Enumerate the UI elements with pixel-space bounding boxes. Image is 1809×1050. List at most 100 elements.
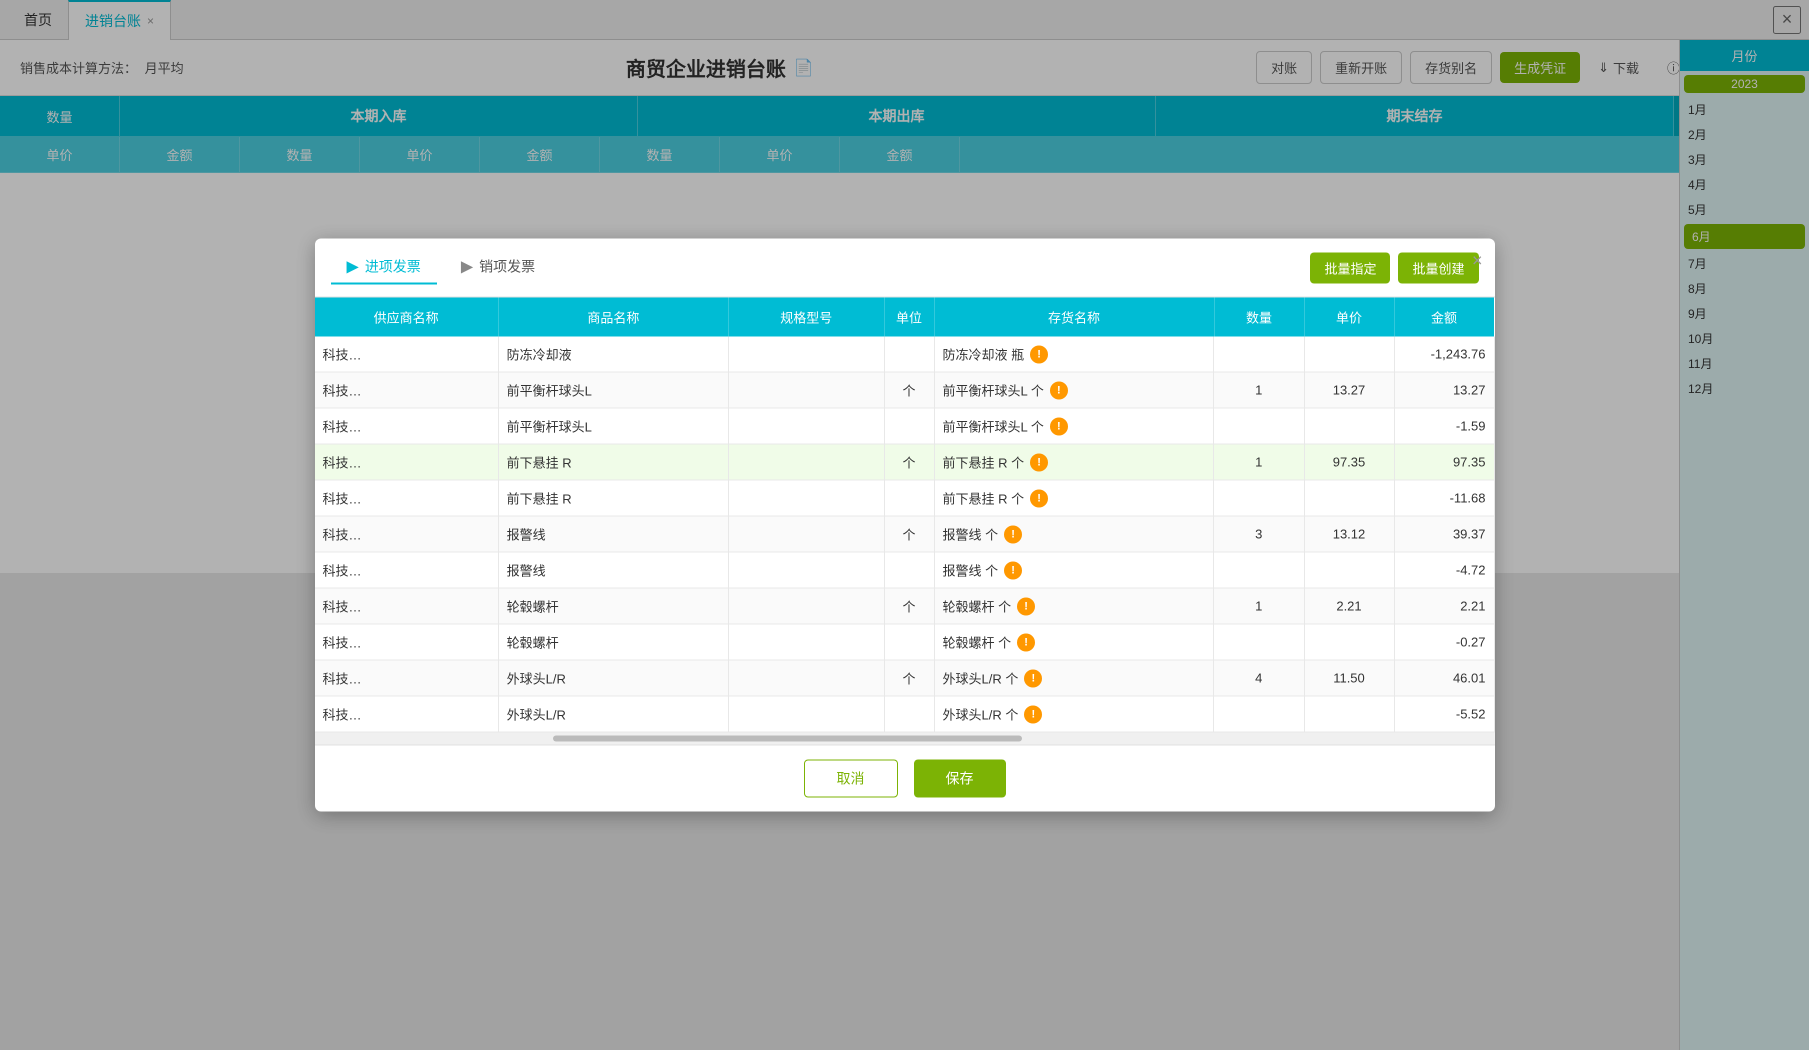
cell-amount: 2.21 [1394, 588, 1494, 624]
cell-amount: -1,243.76 [1394, 337, 1494, 373]
cell-qty: 1 [1214, 588, 1304, 624]
cell-amount: -1.59 [1394, 408, 1494, 444]
cell-qty: 1 [1214, 444, 1304, 480]
cell-spec [728, 444, 884, 480]
modal-dialog: ▶ 进项发票 ▶ 销项发票 批量指定 批量创建 × 供应商名称 商品名称 规格型… [315, 239, 1495, 812]
cell-spec [728, 660, 884, 696]
cell-supplier: 科技… [315, 444, 499, 480]
cell-qty [1214, 552, 1304, 588]
cell-qty [1214, 337, 1304, 373]
col-qty: 数量 [1214, 298, 1304, 337]
cell-unit-price [1304, 696, 1394, 732]
table-row[interactable]: 科技… 前下悬挂 R 前下悬挂 R 个 ! -11.68 [315, 480, 1495, 516]
cancel-button[interactable]: 取消 [804, 760, 898, 798]
batch-create-button[interactable]: 批量创建 [1398, 252, 1478, 283]
table-row[interactable]: 科技… 外球头L/R 个 外球头L/R 个 ! 4 11.50 46.01 [315, 660, 1495, 696]
cell-stock: 报警线 个 ! [935, 517, 1215, 552]
warning-icon: ! [1030, 489, 1048, 507]
col-supplier: 供应商名称 [315, 298, 499, 337]
cell-amount: 46.01 [1394, 660, 1494, 696]
cell-product: 前下悬挂 R [498, 444, 728, 480]
cell-product: 防冻冷却液 [498, 337, 728, 373]
table-row[interactable]: 科技… 轮毂螺杆 轮毂螺杆 个 ! -0.27 [315, 624, 1495, 660]
col-unit: 单位 [884, 298, 934, 337]
cell-qty: 3 [1214, 516, 1304, 552]
cell-qty [1214, 696, 1304, 732]
warning-icon: ! [1050, 381, 1068, 399]
cell-amount: -11.68 [1394, 480, 1494, 516]
cell-stock: 轮毂螺杆 个 ! [935, 589, 1215, 624]
cell-unit: 个 [884, 660, 934, 696]
cell-unit-price [1304, 480, 1394, 516]
table-row[interactable]: 科技… 轮毂螺杆 个 轮毂螺杆 个 ! 1 2.21 2.21 [315, 588, 1495, 624]
cell-stock: 外球头L/R 个 ! [935, 661, 1215, 696]
table-row[interactable]: 科技… 报警线 报警线 个 ! -4.72 [315, 552, 1495, 588]
warning-icon: ! [1030, 345, 1048, 363]
incoming-icon: ▶ [347, 257, 359, 277]
table-row[interactable]: 科技… 前平衡杆球头L 个 前平衡杆球头L 个 ! 1 13.27 13.27 [315, 372, 1495, 408]
cell-unit-price: 13.27 [1304, 372, 1394, 408]
warning-icon: ! [1024, 705, 1042, 723]
cell-supplier: 科技… [315, 372, 499, 408]
tab-outgoing-invoice[interactable]: ▶ 销项发票 [445, 251, 551, 285]
cell-product: 前平衡杆球头L [498, 372, 728, 408]
table-row[interactable]: 科技… 前平衡杆球头L 前平衡杆球头L 个 ! -1.59 [315, 408, 1495, 444]
batch-assign-button[interactable]: 批量指定 [1310, 252, 1390, 283]
cell-product: 轮毂螺杆 [498, 624, 728, 660]
cell-unit: 个 [884, 588, 934, 624]
table-row[interactable]: 科技… 防冻冷却液 防冻冷却液 瓶 ! -1,243.76 [315, 337, 1495, 373]
warning-icon: ! [1030, 453, 1048, 471]
cell-unit [884, 624, 934, 660]
cell-supplier: 科技… [315, 337, 499, 373]
tab-incoming-invoice[interactable]: ▶ 进项发票 [331, 251, 437, 285]
table-row[interactable]: 科技… 报警线 个 报警线 个 ! 3 13.12 39.37 [315, 516, 1495, 552]
modal-close-button[interactable]: × [1472, 251, 1483, 272]
table-row[interactable]: 科技… 前下悬挂 R 个 前下悬挂 R 个 ! 1 97.35 97.35 [315, 444, 1495, 480]
cell-unit-price [1304, 337, 1394, 373]
cell-stock: 报警线 个 ! [935, 553, 1215, 588]
cell-stock: 外球头L/R 个 ! [935, 697, 1215, 732]
cell-unit-price: 2.21 [1304, 588, 1394, 624]
cell-unit [884, 480, 934, 516]
cell-product: 报警线 [498, 552, 728, 588]
cell-unit-price [1304, 552, 1394, 588]
cell-product: 外球头L/R [498, 660, 728, 696]
warning-icon: ! [1017, 597, 1035, 615]
modal-header: ▶ 进项发票 ▶ 销项发票 批量指定 批量创建 × [315, 239, 1495, 298]
col-product: 商品名称 [498, 298, 728, 337]
cell-unit-price: 97.35 [1304, 444, 1394, 480]
cell-spec [728, 588, 884, 624]
cell-spec [728, 372, 884, 408]
warning-icon: ! [1004, 525, 1022, 543]
cell-amount: 97.35 [1394, 444, 1494, 480]
col-stock-name: 存货名称 [934, 298, 1214, 337]
cell-supplier: 科技… [315, 624, 499, 660]
cell-qty [1214, 408, 1304, 444]
cell-product: 报警线 [498, 516, 728, 552]
save-button[interactable]: 保存 [914, 760, 1006, 798]
cell-supplier: 科技… [315, 516, 499, 552]
cell-supplier: 科技… [315, 552, 499, 588]
cell-unit-price: 11.50 [1304, 660, 1394, 696]
cell-unit: 个 [884, 444, 934, 480]
cell-stock: 前下悬挂 R 个 ! [935, 445, 1215, 480]
modal-header-buttons: 批量指定 批量创建 [1310, 252, 1478, 283]
table-row[interactable]: 科技… 外球头L/R 外球头L/R 个 ! -5.52 [315, 696, 1495, 732]
cell-product: 外球头L/R [498, 696, 728, 732]
cell-qty: 1 [1214, 372, 1304, 408]
col-unit-price: 单价 [1304, 298, 1394, 337]
cell-spec [728, 696, 884, 732]
cell-qty [1214, 480, 1304, 516]
cell-unit [884, 337, 934, 373]
cell-spec [728, 408, 884, 444]
cell-amount: 39.37 [1394, 516, 1494, 552]
cell-stock: 前平衡杆球头L 个 ! [935, 373, 1215, 408]
cell-stock: 前下悬挂 R 个 ! [935, 481, 1215, 516]
horizontal-scrollbar[interactable] [315, 733, 1495, 745]
cell-spec [728, 480, 884, 516]
cell-qty: 4 [1214, 660, 1304, 696]
modal-table-container[interactable]: 供应商名称 商品名称 规格型号 单位 存货名称 数量 单价 金额 科技… 防冻冷… [315, 298, 1495, 745]
cell-unit [884, 552, 934, 588]
warning-icon: ! [1017, 633, 1035, 651]
cell-unit: 个 [884, 372, 934, 408]
